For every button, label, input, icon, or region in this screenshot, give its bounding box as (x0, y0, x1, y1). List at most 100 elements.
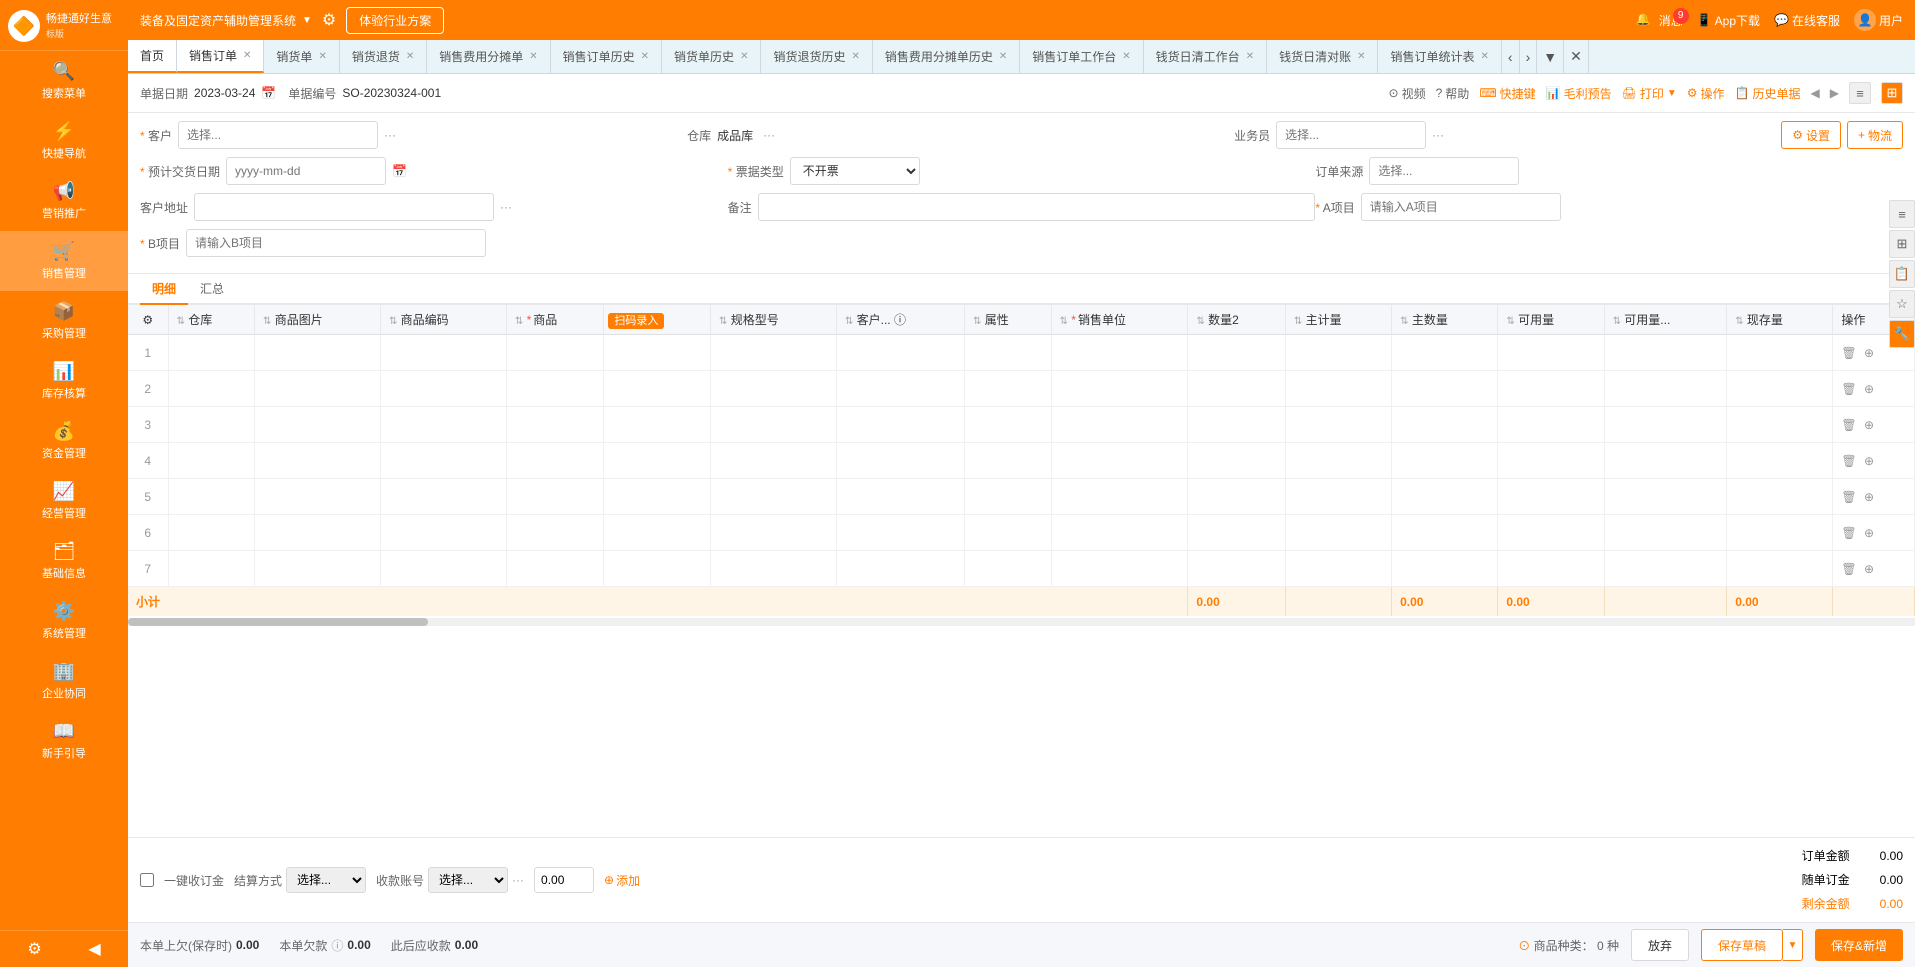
online-service[interactable]: 💬 在线客服 (1774, 12, 1840, 29)
table-scrollbar[interactable] (128, 618, 1915, 626)
tab-close-all-btn[interactable]: ✕ (1564, 40, 1589, 73)
payment-method-select[interactable]: 选择... (286, 867, 366, 893)
th-main-qty[interactable]: ⇅ 主数量 (1392, 305, 1498, 335)
tab-close-order-history[interactable]: ✕ (641, 51, 649, 62)
row-2-spec[interactable] (711, 371, 837, 407)
tab-return-history[interactable]: 销货退货历史 ✕ (761, 40, 872, 73)
salesperson-input[interactable] (1276, 121, 1426, 149)
tab-order-workbench[interactable]: 销售订单工作台 ✕ (1020, 40, 1143, 73)
notification-wrap[interactable]: 🔔 9 消息 (1636, 12, 1683, 29)
solution-button[interactable]: 体验行业方案 (346, 7, 444, 34)
order-source-input[interactable] (1369, 157, 1519, 185)
row-2-delete-icon[interactable]: 🗑 (1841, 382, 1856, 396)
th-code[interactable]: ⇅ 商品编码 (380, 305, 506, 335)
tab-order-history[interactable]: 销售订单历史 ✕ (551, 40, 662, 73)
action-print[interactable]: 🖨 打印 ▼ (1622, 85, 1677, 102)
sidebar-item-newbie[interactable]: 📖 新手引导 (0, 711, 128, 771)
sidebar-item-system[interactable]: ⚙️ 系统管理 (0, 591, 128, 651)
th-available2[interactable]: ⇅ 可用量... (1604, 305, 1727, 335)
th-qty2[interactable]: ⇅ 数量2 (1188, 305, 1285, 335)
sidebar-item-marketing[interactable]: 📢 营销推广 (0, 171, 128, 231)
th-settings[interactable]: ⚙ (128, 305, 168, 335)
tab-cash-reconcile[interactable]: 钱货日清对账 ✕ (1267, 40, 1378, 73)
row-4-copy-icon[interactable]: ⊕ (1864, 454, 1874, 468)
tab-prev-btn[interactable]: ‹ (1502, 40, 1520, 73)
settings-btn[interactable]: ⚙ 设置 (1781, 121, 1841, 149)
row-2-available2[interactable] (1604, 371, 1727, 407)
sidebar-item-sales[interactable]: 🛒 销售管理 (0, 231, 128, 291)
row-1-unit[interactable] (1051, 335, 1188, 371)
a-project-input[interactable] (1361, 193, 1561, 221)
action-help[interactable]: ? 帮助 (1436, 85, 1470, 102)
row-6-delete-icon[interactable]: 🗑 (1841, 526, 1856, 540)
sidebar-item-ops[interactable]: 📈 经营管理 (0, 471, 128, 531)
row-2-available[interactable] (1498, 371, 1604, 407)
th-available[interactable]: ⇅ 可用量 (1498, 305, 1604, 335)
detail-tab-detail[interactable]: 明细 (140, 274, 188, 305)
row-2-product[interactable] (506, 371, 604, 407)
row-6-copy-icon[interactable]: ⊕ (1864, 526, 1874, 540)
row-1-product[interactable] (506, 335, 604, 371)
th-attr[interactable]: ⇅ 属性 (965, 305, 1052, 335)
action-operate[interactable]: ⚙ 操作 (1687, 85, 1725, 102)
row-2-stock[interactable] (1727, 371, 1833, 407)
user-area[interactable]: 👤 用户 (1854, 9, 1903, 31)
tab-close-cash-reconcile[interactable]: ✕ (1357, 51, 1365, 62)
row-3-copy-icon[interactable]: ⊕ (1864, 418, 1874, 432)
scrollbar-thumb[interactable] (128, 618, 428, 626)
row-1-copy-icon[interactable]: ⊕ (1864, 346, 1874, 360)
sidebar-item-base[interactable]: 🗂 基础信息 (0, 531, 128, 591)
th-product[interactable]: ⇅ *商品 (506, 305, 604, 335)
receipt-amount-input[interactable] (534, 867, 594, 893)
nav-prev-btn[interactable]: ◀ (1811, 86, 1820, 100)
th-main-unit[interactable]: ⇅ 主计量 (1285, 305, 1391, 335)
sidebar-item-inventory[interactable]: 📊 库存核算 (0, 351, 128, 411)
row-2-main-qty[interactable] (1392, 371, 1498, 407)
tab-close-sales-expense[interactable]: ✕ (529, 51, 537, 62)
tab-next-btn[interactable]: › (1520, 40, 1538, 73)
row-1-customer-code[interactable] (836, 335, 964, 371)
row-4-delete-icon[interactable]: 🗑 (1841, 454, 1856, 468)
customer-input[interactable] (178, 121, 378, 149)
detail-tab-summary[interactable]: 汇总 (188, 274, 236, 305)
save-new-button[interactable]: 保存&新增 (1815, 929, 1903, 961)
row-2-image[interactable] (255, 371, 381, 407)
row-1-stock[interactable] (1727, 335, 1833, 371)
tab-close-order-stats[interactable]: ✕ (1481, 51, 1489, 62)
tab-close-goods-history[interactable]: ✕ (740, 51, 748, 62)
row-1-attr[interactable] (965, 335, 1052, 371)
customer-more-btn[interactable]: ··· (384, 128, 396, 142)
delivery-calendar-icon[interactable]: 📅 (392, 164, 407, 178)
sidebar-item-finance[interactable]: 💰 资金管理 (0, 411, 128, 471)
nav-next-btn[interactable]: ▶ (1830, 86, 1839, 100)
tab-goods-history[interactable]: 销货单历史 ✕ (662, 40, 761, 73)
th-stock[interactable]: ⇅ 现存量 (1727, 305, 1833, 335)
scan-btn[interactable]: 扫码录入 (608, 313, 664, 329)
row-2-attr[interactable] (965, 371, 1052, 407)
remark-input[interactable] (758, 193, 1316, 221)
row-3-warehouse[interactable] (168, 407, 255, 443)
row-5-delete-icon[interactable]: 🗑 (1841, 490, 1856, 504)
row-3-delete-icon[interactable]: 🗑 (1841, 418, 1856, 432)
app-download[interactable]: 📱 App下载 (1697, 12, 1760, 29)
th-image[interactable]: ⇅ 商品图片 (255, 305, 381, 335)
row-1-available[interactable] (1498, 335, 1604, 371)
tab-sales-return[interactable]: 销货退货 ✕ (340, 40, 427, 73)
add-receipt-btn[interactable]: ⊕ 添加 (604, 872, 640, 889)
row-1-available2[interactable] (1604, 335, 1727, 371)
row-1-warehouse[interactable] (168, 335, 255, 371)
save-draft-dropdown[interactable]: ▼ (1783, 929, 1803, 961)
sidebar-item-quicknav[interactable]: ⚡ 快捷导航 (0, 111, 128, 171)
receipt-account-more[interactable]: ··· (512, 873, 524, 887)
tab-expense-history[interactable]: 销售费用分摊单历史 ✕ (873, 40, 1020, 73)
tab-close-expense-history[interactable]: ✕ (999, 51, 1007, 62)
tab-close-sales-goods[interactable]: ✕ (318, 51, 326, 62)
sidebar-item-enterprise[interactable]: 🏢 企业协同 (0, 651, 128, 711)
tab-close-sales-order[interactable]: ✕ (243, 50, 251, 61)
th-customer-code[interactable]: ⇅ 客户... ⓘ (836, 305, 964, 335)
tab-close-return-history[interactable]: ✕ (851, 51, 859, 62)
sidebar-collapse-icon[interactable]: ◀ (88, 939, 100, 959)
invoice-type-select[interactable]: 不开票 普通发票 增值税专用发票 (790, 157, 920, 185)
sidebar-settings-icon[interactable]: ⚙ (27, 939, 41, 959)
view-mode-grid-btn[interactable]: ⊞ (1881, 82, 1903, 104)
